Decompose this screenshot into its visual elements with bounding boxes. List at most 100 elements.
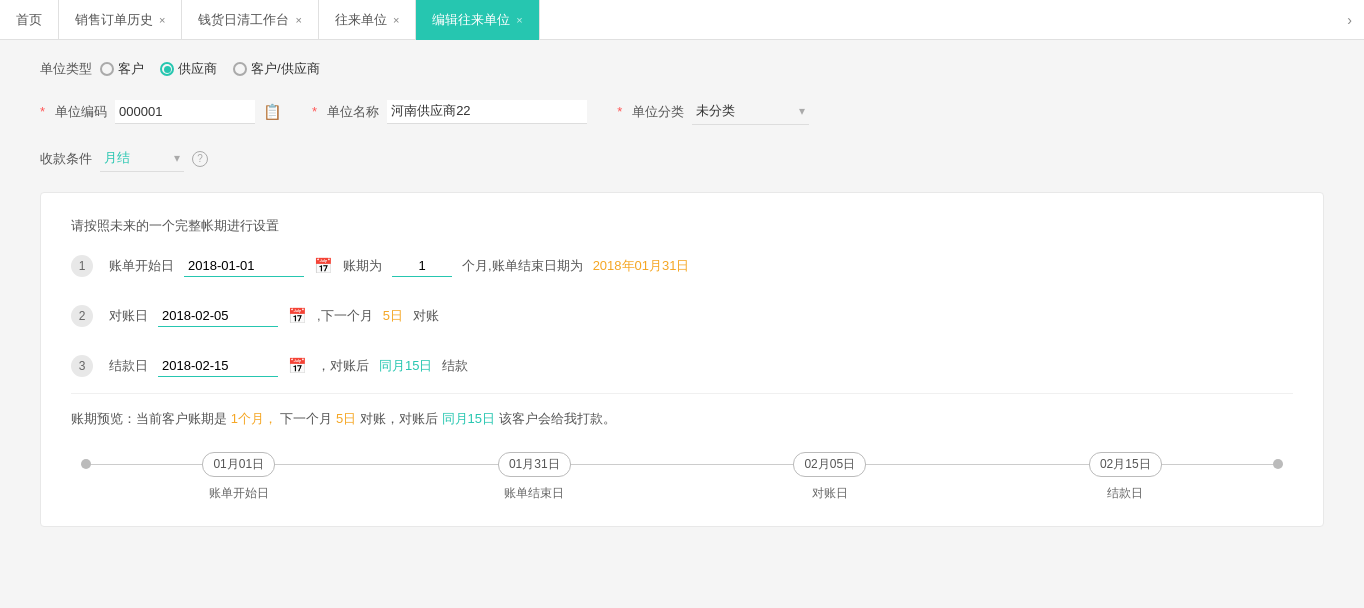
timeline-start-dot (81, 459, 91, 469)
step-3-label: 结款日 (109, 357, 148, 375)
step-1-row: 1 账单开始日 📅 账期为 个月,账单结束日期为 2018年01月31日 (71, 255, 1293, 277)
code-required: * (40, 104, 45, 119)
step-3-desc1: ，对账后 (317, 357, 369, 375)
step-1-period-end: 2018年01月31日 (593, 257, 690, 275)
category-dropdown-icon: ▾ (799, 104, 805, 118)
step-1-date-input[interactable] (184, 255, 304, 277)
timeline-node-1: 01月01日 账单开始日 (91, 452, 387, 502)
radio-customer-label: 客户 (118, 60, 144, 78)
tab-bar: 首页 销售订单历史 × 钱货日清工作台 × 往来单位 × 编辑往来单位 × › (0, 0, 1364, 40)
tab-sales-history-close[interactable]: × (159, 14, 165, 26)
unit-type-group: 单位类型 客户 供应商 客户/供应商 (40, 60, 320, 78)
step-1-calendar-icon[interactable]: 📅 (314, 257, 333, 275)
tab-edit-partner[interactable]: 编辑往来单位 × (416, 0, 539, 40)
tab-edit-partner-close[interactable]: × (516, 14, 522, 26)
code-name-category-row: * 单位编码 📋 * 单位名称 * 单位分类 未分类 ▾ (40, 98, 1324, 125)
code-calendar-icon[interactable]: 📋 (263, 103, 282, 121)
code-input[interactable] (115, 100, 255, 124)
step-1-number: 1 (71, 255, 93, 277)
tab-arrow[interactable]: › (1335, 12, 1364, 28)
tab-edit-partner-label: 编辑往来单位 (432, 11, 510, 29)
timeline-node-2: 01月31日 账单结束日 (387, 452, 683, 502)
preview-prefix: 账期预览：当前客户账期是 (71, 411, 227, 426)
timeline: 01月01日 账单开始日 01月31日 账单结束日 02月05日 对账日 02月… (71, 452, 1293, 502)
unit-type-row: 单位类型 客户 供应商 客户/供应商 (40, 60, 1324, 78)
payment-group: 收款条件 月结 ▾ ? (40, 145, 208, 172)
code-group: * 单位编码 📋 (40, 100, 282, 124)
timeline-node-2-label: 账单结束日 (504, 485, 564, 502)
main-content: 单位类型 客户 供应商 客户/供应商 * 单位编码 (0, 40, 1364, 547)
step-2-date-input[interactable] (158, 305, 278, 327)
category-label: 单位分类 (632, 103, 684, 121)
preview-orange2: 5日 (336, 411, 356, 426)
preview-section: 账期预览：当前客户账期是 1个月， 下一个月 5日 对账，对账后 同月15日 该… (71, 393, 1293, 502)
step-3-content: 结款日 📅 ，对账后 同月15日 结款 (109, 355, 468, 377)
tab-partner[interactable]: 往来单位 × (319, 0, 416, 40)
payment-label: 收款条件 (40, 150, 92, 168)
payment-help-icon[interactable]: ? (192, 151, 208, 167)
step-3-desc2: 结款 (442, 357, 468, 375)
name-required: * (312, 104, 317, 119)
payment-value: 月结 (104, 149, 130, 167)
preview-teal: 同月15日 (442, 411, 495, 426)
tab-sales-history[interactable]: 销售订单历史 × (59, 0, 182, 40)
timeline-node-2-date: 01月31日 (498, 452, 571, 477)
timeline-end-dot (1273, 459, 1283, 469)
timeline-node-3: 02月05日 对账日 (682, 452, 978, 502)
step-2-desc-orange: 5日 (383, 307, 403, 325)
category-select[interactable]: 未分类 ▾ (692, 98, 809, 125)
unit-type-label: 单位类型 (40, 60, 92, 78)
tab-cash-work[interactable]: 钱货日清工作台 × (182, 0, 318, 40)
step-2-desc1: ,下一个月 (317, 307, 373, 325)
timeline-node-1-date: 01月01日 (202, 452, 275, 477)
timeline-node-3-label: 对账日 (812, 485, 848, 502)
category-group: * 单位分类 未分类 ▾ (617, 98, 809, 125)
category-value: 未分类 (696, 102, 735, 120)
tab-home[interactable]: 首页 (0, 0, 59, 40)
radio-group: 客户 供应商 客户/供应商 (100, 60, 320, 78)
timeline-node-4-label: 结款日 (1107, 485, 1143, 502)
category-required: * (617, 104, 622, 119)
step-1-content: 账单开始日 📅 账期为 个月,账单结束日期为 2018年01月31日 (109, 255, 689, 277)
step-3-desc-teal: 同月15日 (379, 357, 432, 375)
preview-middle2: 对账，对账后 (360, 411, 438, 426)
step-3-date-input[interactable] (158, 355, 278, 377)
tab-cash-work-close[interactable]: × (295, 14, 301, 26)
radio-supplier-circle (160, 62, 174, 76)
preview-orange1: 1个月， (231, 411, 277, 426)
radio-supplier[interactable]: 供应商 (160, 60, 217, 78)
step-1-period-unit: 个月,账单结束日期为 (462, 257, 583, 275)
step-2-row: 2 对账日 📅 ,下一个月 5日 对账 (71, 305, 1293, 327)
radio-both-label: 客户/供应商 (251, 60, 320, 78)
step-2-number: 2 (71, 305, 93, 327)
step-1-period-label: 账期为 (343, 257, 382, 275)
name-group: * 单位名称 (312, 100, 587, 124)
radio-both[interactable]: 客户/供应商 (233, 60, 320, 78)
step-2-calendar-icon[interactable]: 📅 (288, 307, 307, 325)
step-3-number: 3 (71, 355, 93, 377)
step-1-period-input[interactable] (392, 255, 452, 277)
radio-customer[interactable]: 客户 (100, 60, 144, 78)
payment-dropdown-icon: ▾ (174, 151, 180, 165)
preview-suffix: 该客户会给我打款。 (499, 411, 616, 426)
tab-partner-close[interactable]: × (393, 14, 399, 26)
tab-home-label: 首页 (16, 11, 42, 29)
timeline-node-1-label: 账单开始日 (209, 485, 269, 502)
preview-middle: 下一个月 (280, 411, 332, 426)
timeline-node-4-date: 02月15日 (1089, 452, 1162, 477)
step-3-calendar-icon[interactable]: 📅 (288, 357, 307, 375)
tab-sales-history-label: 销售订单历史 (75, 11, 153, 29)
name-input[interactable] (387, 100, 587, 124)
payment-select[interactable]: 月结 ▾ (100, 145, 184, 172)
timeline-node-4: 02月15日 结款日 (978, 452, 1274, 502)
step-2-label: 对账日 (109, 307, 148, 325)
tab-partner-label: 往来单位 (335, 11, 387, 29)
panel-title: 请按照未来的一个完整帐期进行设置 (71, 217, 1293, 235)
radio-supplier-label: 供应商 (178, 60, 217, 78)
name-label: 单位名称 (327, 103, 379, 121)
settings-panel: 请按照未来的一个完整帐期进行设置 1 账单开始日 📅 账期为 个月,账单结束日期… (40, 192, 1324, 527)
step-1-label: 账单开始日 (109, 257, 174, 275)
step-2-content: 对账日 📅 ,下一个月 5日 对账 (109, 305, 439, 327)
payment-row: 收款条件 月结 ▾ ? (40, 145, 1324, 172)
step-3-row: 3 结款日 📅 ，对账后 同月15日 结款 (71, 355, 1293, 377)
